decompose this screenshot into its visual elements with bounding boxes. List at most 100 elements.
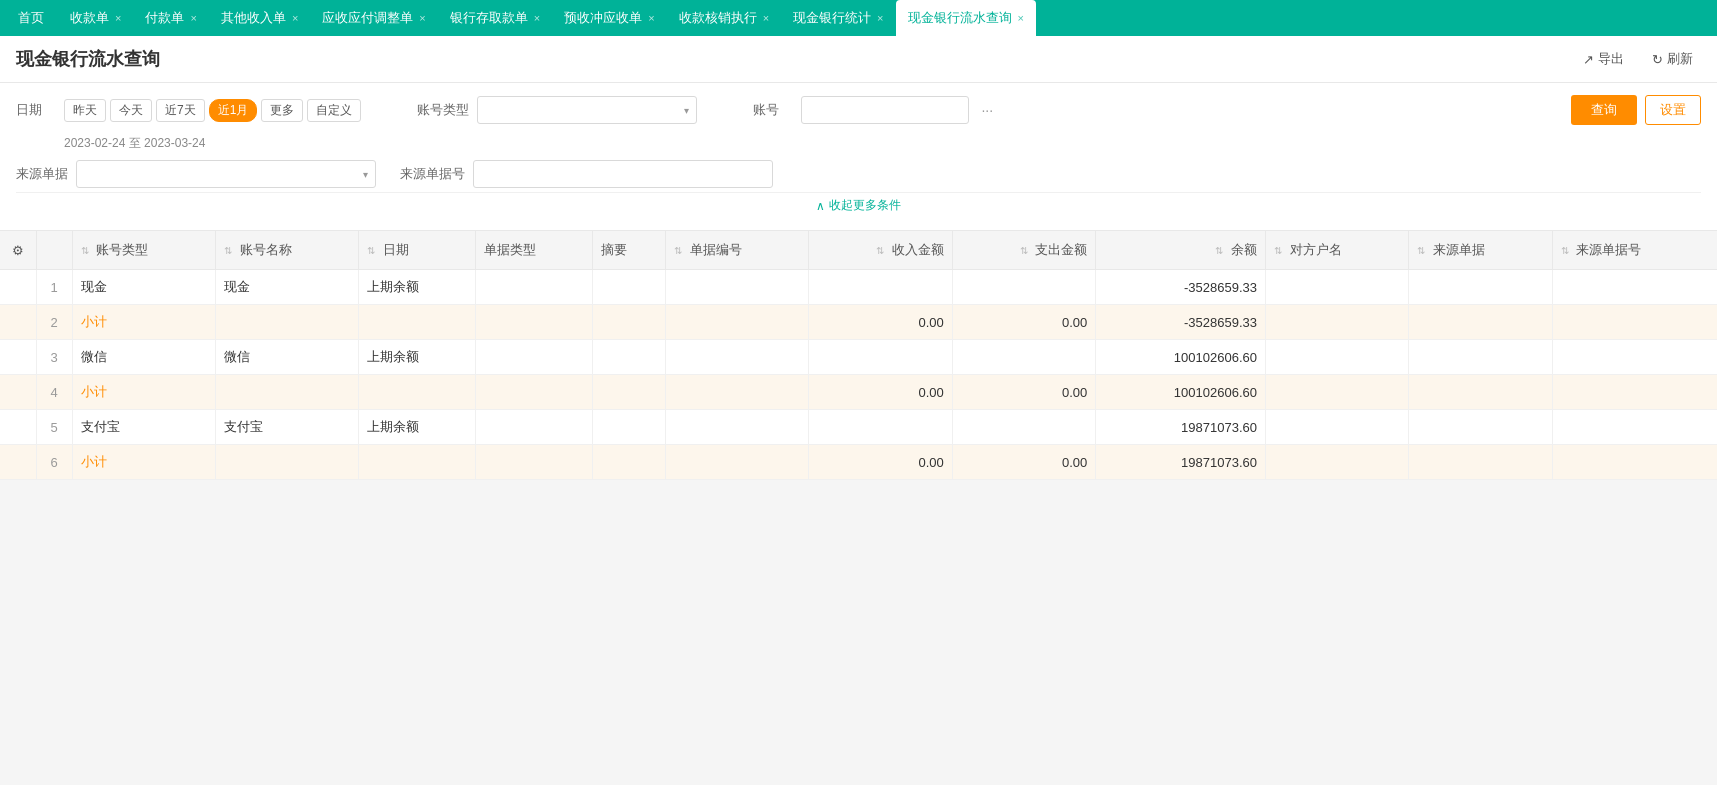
nav-home[interactable]: 首页 — [4, 0, 58, 36]
table-row: 5支付宝支付宝上期余额19871073.60 — [0, 410, 1717, 445]
nav-tab-1[interactable]: 付款单 × — [133, 0, 208, 36]
account-type-label: 账号类型 — [417, 101, 469, 119]
collapse-bar[interactable]: ∧ 收起更多条件 — [16, 192, 1701, 218]
close-tab-2-icon[interactable]: × — [292, 12, 298, 24]
source-doc-no-label: 来源单据号 — [400, 165, 465, 183]
table-cell: 0.00 — [809, 305, 952, 340]
th-date[interactable]: ⇅ 日期 — [359, 231, 476, 270]
table-cell — [952, 410, 1095, 445]
table-cell: 4 — [36, 375, 72, 410]
table-cell — [1265, 270, 1408, 305]
th-account-name[interactable]: ⇅ 账号名称 — [215, 231, 358, 270]
table-cell — [809, 340, 952, 375]
close-tab-8-icon[interactable]: × — [1018, 12, 1024, 24]
table-cell: 现金 — [215, 270, 358, 305]
table-cell: 19871073.60 — [1096, 445, 1266, 480]
close-tab-4-icon[interactable]: × — [534, 12, 540, 24]
table-cell: 支付宝 — [215, 410, 358, 445]
table-cell — [359, 445, 476, 480]
table-cell — [0, 305, 36, 340]
th-gear[interactable]: ⚙ — [0, 231, 36, 270]
table-cell: 0.00 — [952, 305, 1095, 340]
date-7days[interactable]: 近7天 — [156, 99, 205, 122]
nav-tab-7[interactable]: 现金银行统计 × — [781, 0, 895, 36]
account-input[interactable] — [801, 96, 969, 124]
export-icon: ↗ — [1583, 52, 1594, 67]
th-account-type[interactable]: ⇅ 账号类型 — [72, 231, 215, 270]
sort-account-type-icon: ⇅ — [81, 245, 89, 256]
th-source-doc-no[interactable]: ⇅ 来源单据号 — [1552, 231, 1717, 270]
table-cell — [476, 375, 593, 410]
account-type-select[interactable] — [477, 96, 697, 124]
table-cell — [359, 305, 476, 340]
table-cell: 小计 — [72, 445, 215, 480]
th-index — [36, 231, 72, 270]
table-cell — [0, 375, 36, 410]
nav-tab-6[interactable]: 收款核销执行 × — [667, 0, 781, 36]
query-button[interactable]: 查询 — [1571, 95, 1637, 125]
table-cell — [0, 340, 36, 375]
nav-tab-0[interactable]: 收款单 × — [58, 0, 133, 36]
table-cell — [593, 410, 666, 445]
th-expense[interactable]: ⇅ 支出金额 — [952, 231, 1095, 270]
date-custom[interactable]: 自定义 — [307, 99, 361, 122]
sort-account-name-icon: ⇅ — [224, 245, 232, 256]
close-tab-0-icon[interactable]: × — [115, 12, 121, 24]
filter-area: 日期 昨天 今天 近7天 近1月 更多 自定义 账号类型 ▾ 账号 — [0, 83, 1717, 231]
th-balance[interactable]: ⇅ 余额 — [1096, 231, 1266, 270]
account-dots-icon[interactable]: ··· — [977, 102, 997, 118]
nav-tab-8[interactable]: 现金银行流水查询 × — [896, 0, 1036, 36]
date-1month[interactable]: 近1月 — [209, 99, 258, 122]
gear-icon: ⚙ — [12, 243, 24, 258]
data-table: ⚙ ⇅ 账号类型 ⇅ 账号名称 ⇅ 日期 单据类型 — [0, 231, 1717, 480]
settings-button[interactable]: 设置 — [1645, 95, 1701, 125]
th-summary[interactable]: 摘要 — [593, 231, 666, 270]
refresh-button[interactable]: ↻ 刷新 — [1644, 46, 1701, 72]
table-cell — [1265, 340, 1408, 375]
table-cell — [1552, 305, 1717, 340]
table-cell: 0.00 — [952, 445, 1095, 480]
table-cell: 微信 — [215, 340, 358, 375]
table-cell — [666, 445, 809, 480]
th-source-doc[interactable]: ⇅ 来源单据 — [1409, 231, 1552, 270]
source-doc-no-input[interactable] — [473, 160, 773, 188]
table-cell — [593, 340, 666, 375]
date-today[interactable]: 今天 — [110, 99, 152, 122]
collapse-label: 收起更多条件 — [829, 197, 901, 214]
table-cell — [0, 445, 36, 480]
th-income[interactable]: ⇅ 收入金额 — [809, 231, 952, 270]
table-cell — [809, 410, 952, 445]
close-tab-1-icon[interactable]: × — [190, 12, 196, 24]
table-cell: 小计 — [72, 305, 215, 340]
date-range-display: 2023-02-24 至 2023-03-24 — [60, 135, 1701, 152]
th-counterpart[interactable]: ⇅ 对方户名 — [1265, 231, 1408, 270]
table-cell — [593, 445, 666, 480]
nav-tab-3[interactable]: 应收应付调整单 × — [310, 0, 437, 36]
close-tab-6-icon[interactable]: × — [763, 12, 769, 24]
close-tab-3-icon[interactable]: × — [419, 12, 425, 24]
table-cell — [1552, 410, 1717, 445]
nav-tab-4[interactable]: 银行存取款单 × — [438, 0, 552, 36]
export-button[interactable]: ↗ 导出 — [1575, 46, 1632, 72]
date-more[interactable]: 更多 — [261, 99, 303, 122]
table-cell — [1409, 410, 1552, 445]
table-cell — [1552, 445, 1717, 480]
table-cell — [215, 375, 358, 410]
table-cell: -3528659.33 — [1096, 305, 1266, 340]
date-label: 日期 — [16, 101, 56, 119]
close-tab-7-icon[interactable]: × — [877, 12, 883, 24]
close-tab-5-icon[interactable]: × — [648, 12, 654, 24]
source-doc-wrapper: ▾ — [76, 160, 376, 188]
th-doc-type[interactable]: 单据类型 — [476, 231, 593, 270]
source-doc-label: 来源单据 — [16, 165, 68, 183]
th-doc-no[interactable]: ⇅ 单据编号 — [666, 231, 809, 270]
table-cell: 3 — [36, 340, 72, 375]
nav-tab-5[interactable]: 预收冲应收单 × — [552, 0, 666, 36]
date-yesterday[interactable]: 昨天 — [64, 99, 106, 122]
nav-tab-2[interactable]: 其他收入单 × — [209, 0, 310, 36]
table-cell: 小计 — [72, 375, 215, 410]
page-header: 现金银行流水查询 ↗ 导出 ↻ 刷新 — [0, 36, 1717, 83]
sort-source-doc-no-icon: ⇅ — [1561, 245, 1569, 256]
source-doc-no-group: 来源单据号 — [400, 160, 773, 188]
source-doc-select[interactable] — [76, 160, 376, 188]
